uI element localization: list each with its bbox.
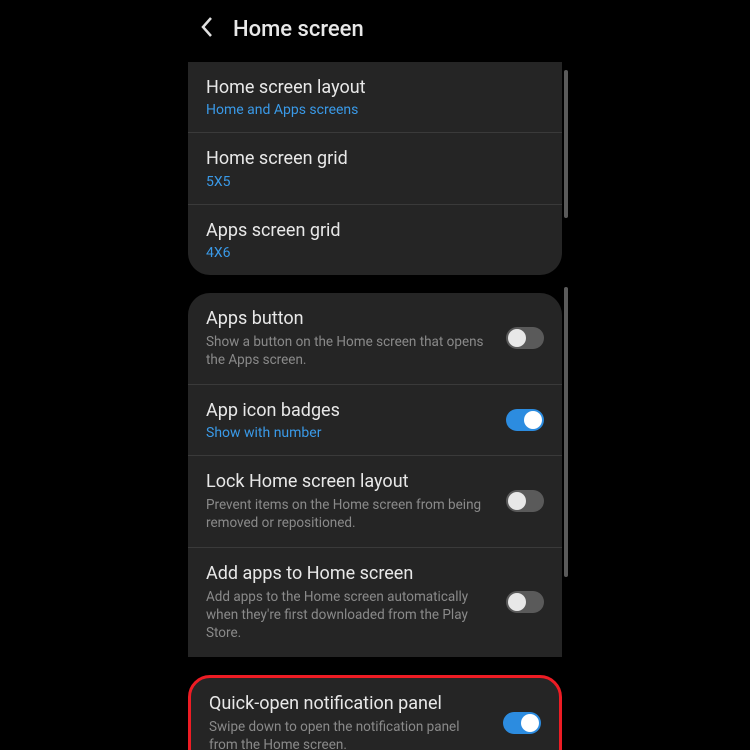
page-title: Home screen: [233, 17, 364, 42]
row-title: Apps screen grid: [206, 219, 544, 243]
row-value: 4X6: [206, 245, 544, 261]
row-title: Apps button: [206, 307, 490, 331]
scroll-area[interactable]: Home screen layout Home and Apps screens…: [180, 62, 570, 750]
row-title: App icon badges: [206, 399, 490, 423]
row-title: Home screen layout: [206, 76, 544, 100]
options-group: Apps button Show a button on the Home sc…: [188, 293, 562, 657]
quick-open-panel-row[interactable]: Quick-open notification panel Swipe down…: [191, 678, 559, 750]
scrollbar-thumb[interactable]: [564, 287, 568, 577]
row-title: Lock Home screen layout: [206, 470, 490, 494]
quick-open-panel-row-highlighted: Quick-open notification panel Swipe down…: [188, 675, 562, 750]
row-title: Add apps to Home screen: [206, 562, 490, 586]
apps-screen-grid-row[interactable]: Apps screen grid 4X6: [188, 205, 562, 275]
row-subtitle: Add apps to the Home screen automaticall…: [206, 588, 490, 643]
app-icon-badges-toggle[interactable]: [506, 409, 544, 431]
settings-screen: Home screen Home screen layout Home and …: [180, 0, 570, 750]
row-title: Home screen grid: [206, 147, 544, 171]
quick-open-panel-toggle[interactable]: [503, 712, 541, 734]
home-screen-grid-row[interactable]: Home screen grid 5X5: [188, 133, 562, 204]
lock-layout-toggle[interactable]: [506, 490, 544, 512]
lock-layout-row[interactable]: Lock Home screen layout Prevent items on…: [188, 456, 562, 548]
row-subtitle: Prevent items on the Home screen from be…: [206, 496, 490, 532]
row-subtitle: Swipe down to open the notification pane…: [209, 718, 487, 750]
home-screen-layout-row[interactable]: Home screen layout Home and Apps screens: [188, 62, 562, 133]
header: Home screen: [180, 0, 570, 62]
row-value: 5X5: [206, 174, 544, 190]
row-title: Quick-open notification panel: [209, 692, 487, 716]
app-icon-badges-row[interactable]: App icon badges Show with number: [188, 385, 562, 456]
add-apps-row[interactable]: Add apps to Home screen Add apps to the …: [188, 548, 562, 657]
scrollbar-thumb[interactable]: [564, 70, 568, 218]
back-icon[interactable]: [200, 16, 213, 42]
grid-settings-group: Home screen layout Home and Apps screens…: [188, 62, 562, 275]
add-apps-toggle[interactable]: [506, 591, 544, 613]
row-subtitle: Show a button on the Home screen that op…: [206, 333, 490, 369]
apps-button-row[interactable]: Apps button Show a button on the Home sc…: [188, 293, 562, 385]
apps-button-toggle[interactable]: [506, 327, 544, 349]
row-value: Show with number: [206, 425, 490, 441]
row-value: Home and Apps screens: [206, 102, 544, 118]
